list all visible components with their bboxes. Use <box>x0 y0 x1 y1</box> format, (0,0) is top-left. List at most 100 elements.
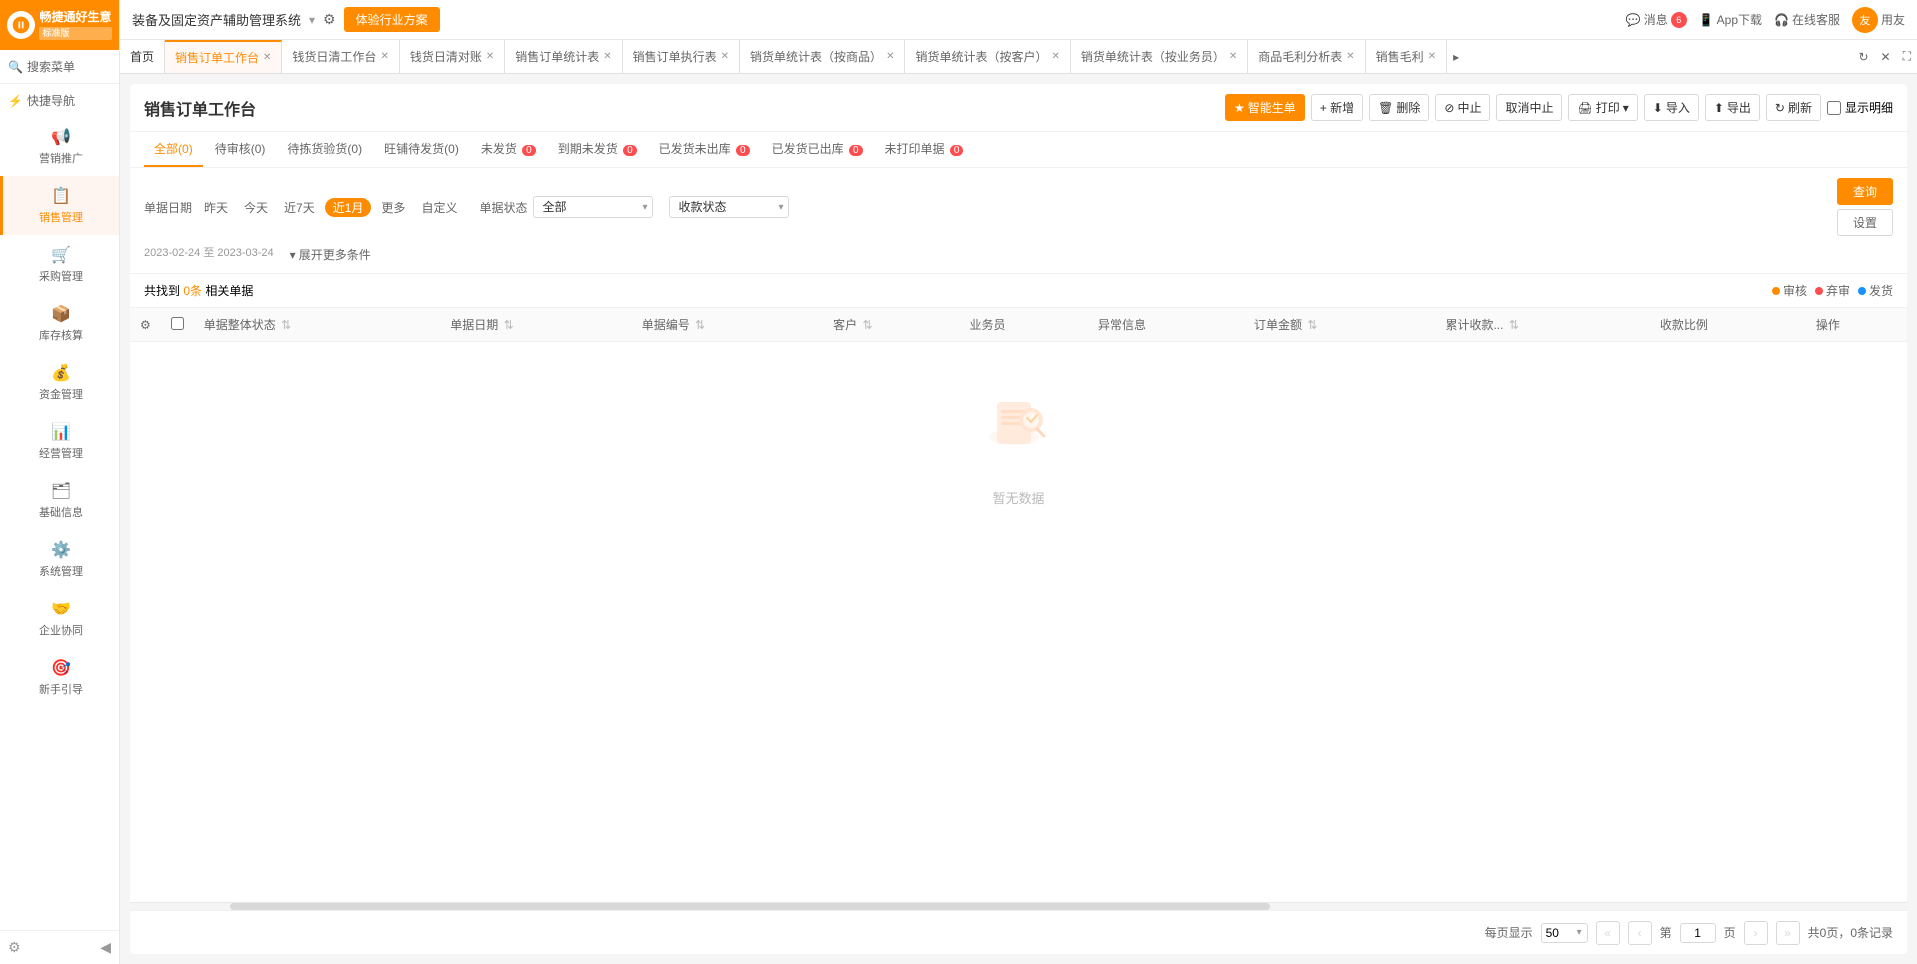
tab-close-cash-daily[interactable]: ✕ <box>380 51 388 62</box>
tab-refresh-btn[interactable]: ↻ <box>1852 40 1874 74</box>
settings-bottom-icon[interactable]: ⚙ <box>8 939 21 956</box>
th-amount[interactable]: 订单金额 ⇅ <box>1244 308 1435 342</box>
th-staff[interactable]: 业务员 <box>959 308 1088 342</box>
export-icon: ⬆ <box>1714 101 1724 115</box>
sidebar-item-purchase[interactable]: 🛒 采购管理 <box>0 235 119 294</box>
status-select[interactable]: 全部 待审核 已审核 <box>533 196 653 218</box>
export-btn[interactable]: ⬆ 导出 <box>1705 94 1760 121</box>
subtab-all[interactable]: 全部(0) <box>144 132 203 167</box>
sidebar-item-inventory[interactable]: 📦 库存核算 <box>0 294 119 353</box>
tab-close-sales-exec[interactable]: ✕ <box>721 51 729 62</box>
show-detail-label[interactable]: 显示明细 <box>1827 99 1893 116</box>
sidebar-item-basic-info[interactable]: 🗂 基础信息 <box>0 471 119 530</box>
scroll-thumb[interactable] <box>230 903 1270 910</box>
tab-close-sales-stats[interactable]: ✕ <box>603 51 611 62</box>
tab-close-cash-reconcile[interactable]: ✕ <box>486 51 494 62</box>
cancel-review-action[interactable]: 弃审 <box>1815 282 1850 299</box>
sidebar-item-operations[interactable]: 📊 经营管理 <box>0 412 119 471</box>
tabbar-more-btn[interactable]: ▸ <box>1447 40 1465 74</box>
tab-sales-order-workbench[interactable]: 销售订单工作台 ✕ <box>165 40 282 74</box>
show-detail-checkbox[interactable] <box>1827 101 1841 115</box>
add-btn[interactable]: + 新增 <box>1311 94 1363 121</box>
page-input[interactable] <box>1680 923 1716 943</box>
topbar-settings-icon[interactable]: ⚙ <box>323 11 336 28</box>
tab-close-sales-stats-customer[interactable]: ✕ <box>1051 51 1059 62</box>
user-menu[interactable]: 友 用友 <box>1852 7 1905 33</box>
subtab-overdue-not-shipped[interactable]: 到期未发货 0 <box>548 132 647 167</box>
tab-sales-profit[interactable]: 销售毛利 ✕ <box>1366 40 1447 74</box>
online-service-btn[interactable]: 🎧 在线客服 <box>1774 11 1840 28</box>
expand-more-btn[interactable]: ▾ 展开更多条件 <box>290 246 371 263</box>
date-opt-yesterday[interactable]: 昨天 <box>198 197 234 218</box>
tab-close-profit-analysis[interactable]: ✕ <box>1346 51 1354 62</box>
subtab-pending-review[interactable]: 待审核(0) <box>205 132 276 167</box>
import-btn[interactable]: ⬇ 导入 <box>1644 94 1699 121</box>
tab-close-sales-stats-staff[interactable]: ✕ <box>1229 51 1237 62</box>
sidebar-item-guide[interactable]: 🎯 新手引导 <box>0 648 119 707</box>
th-abnormal[interactable]: 异常信息 <box>1088 308 1244 342</box>
print-btn[interactable]: 🖨 打印 ▾ <box>1568 94 1637 121</box>
sidebar-item-cooperation[interactable]: 🤝 企业协同 <box>0 589 119 648</box>
date-opt-last7[interactable]: 近7天 <box>278 197 321 218</box>
quick-nav[interactable]: ⚡ 快捷导航 <box>0 84 119 117</box>
tab-cash-daily[interactable]: 钱货日清工作台 ✕ <box>282 40 399 74</box>
search-menu[interactable]: 🔍 搜索菜单 <box>0 50 119 84</box>
prev-page-btn[interactable]: ‹ <box>1628 921 1652 945</box>
message-btn[interactable]: 💬 消息 6 <box>1626 11 1687 28</box>
subtab-pending-inspect[interactable]: 待拣货验货(0) <box>277 132 372 167</box>
sidebar-item-finance[interactable]: 💰 资金管理 <box>0 353 119 412</box>
sidebar-item-system[interactable]: ⚙️ 系统管理 <box>0 530 119 589</box>
tab-sales-stats-staff[interactable]: 销货单统计表（按业务员） ✕ <box>1071 40 1248 74</box>
tab-fullscreen-btn[interactable]: ⛶ <box>1897 40 1917 74</box>
tab-profit-analysis[interactable]: 商品毛利分析表 ✕ <box>1248 40 1365 74</box>
sidebar-item-sales[interactable]: 📋 销售管理 <box>0 176 119 235</box>
tab-home[interactable]: 首页 <box>120 40 165 74</box>
last-page-btn[interactable]: » <box>1776 921 1800 945</box>
stop-btn[interactable]: ⊘ 中止 <box>1435 94 1490 121</box>
subtab-wangpu[interactable]: 旺铺待发货(0) <box>374 132 469 167</box>
date-opt-custom[interactable]: 自定义 <box>415 197 463 218</box>
ship-action[interactable]: 发货 <box>1858 282 1893 299</box>
subtab-not-printed[interactable]: 未打印单据 0 <box>875 132 974 167</box>
th-checkbox[interactable] <box>161 308 194 342</box>
tab-sales-stats-product[interactable]: 销货单统计表（按商品） ✕ <box>740 40 905 74</box>
payment-select[interactable]: 收款状态 已收款 未收款 <box>669 196 789 218</box>
refresh-btn[interactable]: ↻ 刷新 <box>1766 94 1821 121</box>
tab-close-sales-order[interactable]: ✕ <box>263 52 271 63</box>
th-number[interactable]: 单据编号 ⇅ <box>632 308 823 342</box>
date-opt-today[interactable]: 今天 <box>238 197 274 218</box>
tab-close-all-btn[interactable]: ✕ <box>1875 40 1897 74</box>
select-all-checkbox[interactable] <box>171 317 184 330</box>
delete-btn[interactable]: 🗑 删除 <box>1369 94 1429 121</box>
th-collected[interactable]: 累计收款... ⇅ <box>1435 308 1649 342</box>
th-customer[interactable]: 客户 ⇅ <box>823 308 959 342</box>
tab-close-sales-profit[interactable]: ✕ <box>1428 51 1436 62</box>
cancel-stop-btn[interactable]: 取消中止 <box>1496 94 1562 121</box>
review-action[interactable]: 审核 <box>1772 282 1807 299</box>
sidebar-item-marketing[interactable]: 📢 营销推广 <box>0 117 119 176</box>
th-settings[interactable]: ⚙ <box>130 308 161 342</box>
smart-create-btn[interactable]: ★ 智能生单 <box>1225 94 1305 121</box>
tab-sales-stats-customer[interactable]: 销货单统计表（按客户） ✕ <box>905 40 1070 74</box>
query-btn[interactable]: 查询 <box>1837 178 1893 205</box>
date-opt-more[interactable]: 更多 <box>375 197 411 218</box>
tab-sales-exec[interactable]: 销售订单执行表 ✕ <box>623 40 740 74</box>
app-download-btn[interactable]: 📱 App下载 <box>1699 11 1762 28</box>
date-opt-last1m[interactable]: 近1月 <box>325 198 372 217</box>
th-date[interactable]: 单据日期 ⇅ <box>440 308 631 342</box>
first-page-btn[interactable]: « <box>1596 921 1620 945</box>
th-status[interactable]: 单据整体状态 ⇅ <box>194 308 441 342</box>
tab-sales-stats[interactable]: 销售订单统计表 ✕ <box>505 40 622 74</box>
next-page-btn[interactable]: › <box>1744 921 1768 945</box>
tab-close-sales-stats-product[interactable]: ✕ <box>886 51 894 62</box>
subtab-shipped-not-out[interactable]: 已发货未出库 0 <box>649 132 760 167</box>
trial-btn[interactable]: 体验行业方案 <box>344 7 440 32</box>
set-btn[interactable]: 设置 <box>1837 209 1893 236</box>
horizontal-scrollbar[interactable] <box>130 902 1907 910</box>
subtab-not-shipped[interactable]: 未发货 0 <box>471 132 546 167</box>
collapse-icon[interactable]: ◀ <box>100 939 111 956</box>
tab-cash-reconcile[interactable]: 钱货日清对账 ✕ <box>400 40 505 74</box>
topbar-dropdown-icon[interactable]: ▾ <box>309 13 315 27</box>
per-page-select[interactable]: 10 20 50 100 <box>1541 923 1588 943</box>
subtab-shipped-out[interactable]: 已发货已出库 0 <box>762 132 873 167</box>
